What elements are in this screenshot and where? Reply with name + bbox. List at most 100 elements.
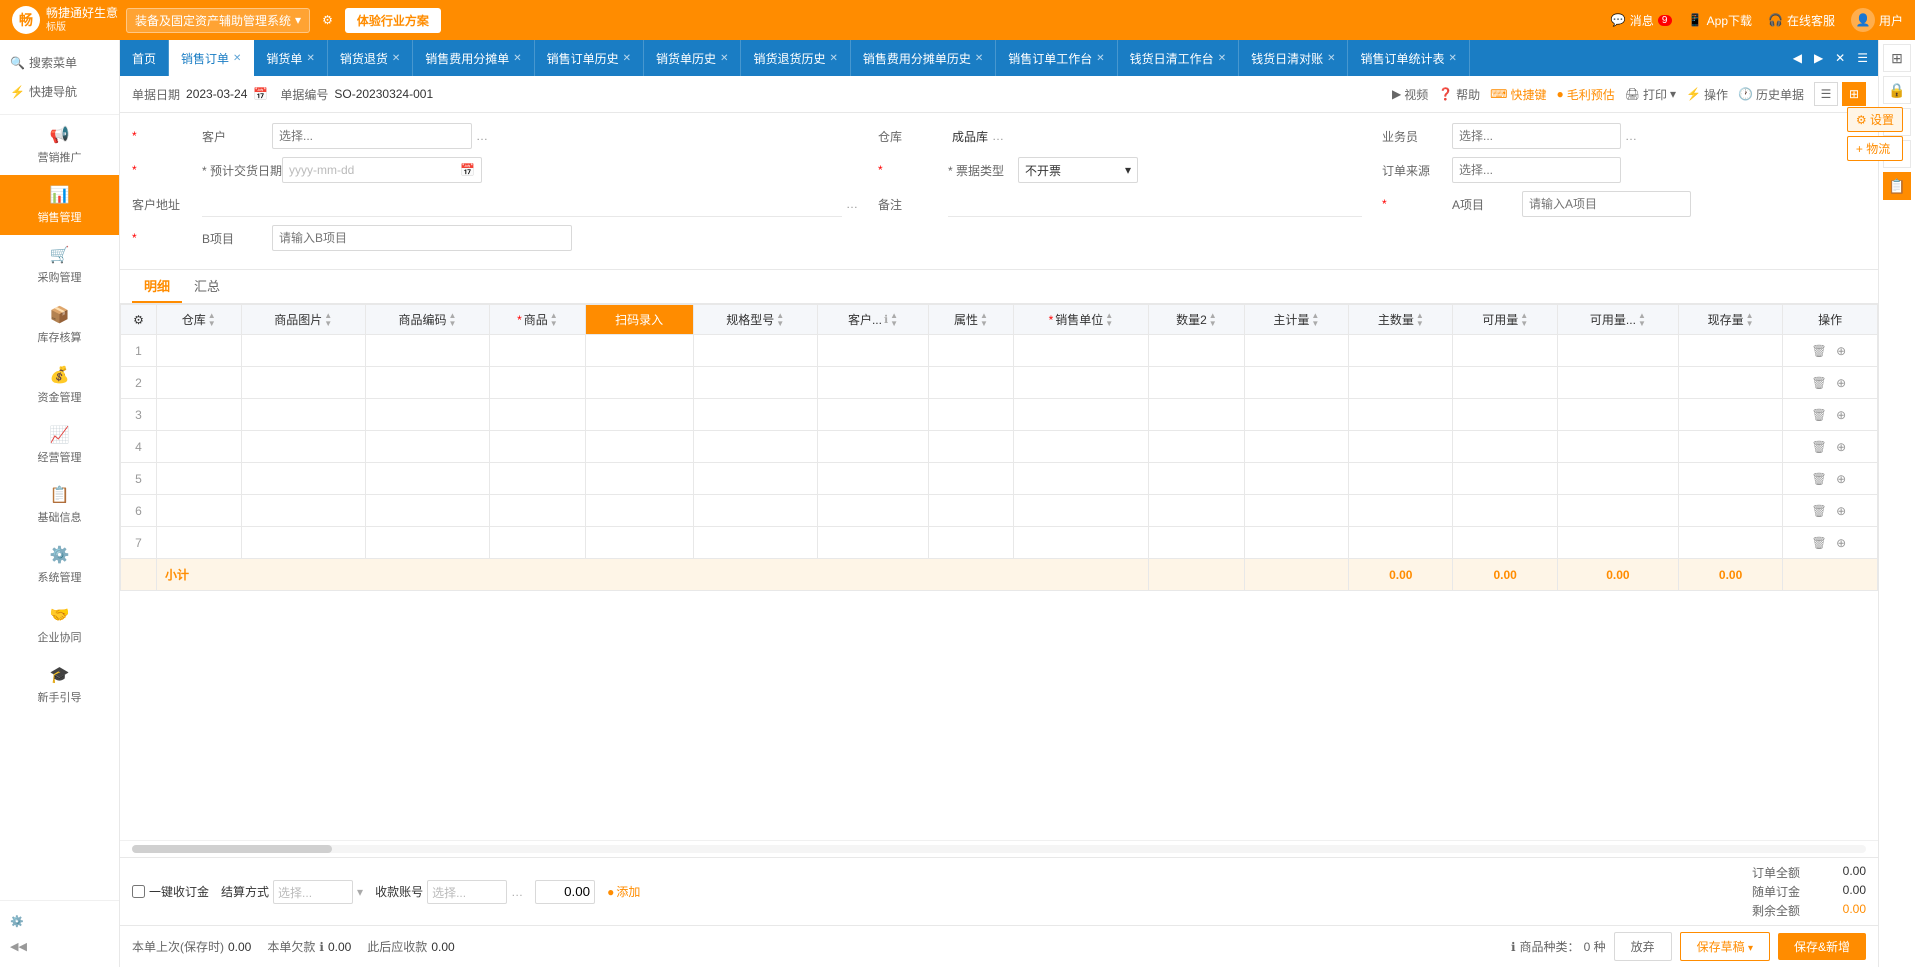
customer-address-input[interactable] [202,191,842,217]
one-click-checkbox[interactable] [132,885,145,898]
invoice-type-select[interactable]: 不开票 ▾ [1018,157,1138,183]
th-settings[interactable]: ⚙ [121,305,157,335]
sidebar-item-finance[interactable]: 💰 资金管理 [0,355,119,415]
tab-close-cash-workbench[interactable]: ✕ [1218,53,1226,64]
tab-menu-btn[interactable]: ☰ [1851,51,1874,65]
th-available[interactable]: 可用量▲▼ [1453,305,1557,335]
row-2-code[interactable] [365,367,489,399]
salesperson-more[interactable]: … [1625,129,1637,143]
sidebar-item-purchase[interactable]: 🛒 采购管理 [0,235,119,295]
tab-close-sales-note[interactable]: ✕ [306,53,314,64]
tab-next-btn[interactable]: ▶ [1808,51,1829,65]
view-btn[interactable]: ▶ 视频 [1392,86,1428,103]
message-item[interactable]: 💬 消息 9 [1611,12,1672,29]
tab-close-sales-order-history[interactable]: ✕ [623,53,631,64]
th-code[interactable]: 商品编码▲▼ [365,305,489,335]
th-current-stock[interactable]: 现存量▲▼ [1678,305,1782,335]
row-5-delete-btn[interactable]: 🗑 [1810,470,1828,488]
help-btn[interactable]: ❓ 帮助 [1438,86,1480,103]
settings-button[interactable]: ⚙ 设置 [1847,107,1878,132]
th-image[interactable]: 商品图片▲▼ [241,305,365,335]
th-unit[interactable]: *销售单位▲▼ [1013,305,1148,335]
th-main-unit[interactable]: 主计量▲▼ [1244,305,1348,335]
rp-icon-5[interactable]: 📋 [1883,172,1911,200]
row-1-code[interactable] [365,335,489,367]
save-draft-btn[interactable]: 保存草稿 ▾ [1680,932,1770,961]
customer-more[interactable]: … [476,129,488,143]
salesperson-input[interactable] [1452,123,1621,149]
sidebar-item-newbie[interactable]: 🎓 新手引导 [0,655,119,715]
history-btn[interactable]: 🕐 历史单据 [1738,86,1804,103]
remarks-input[interactable] [948,191,1362,217]
row-6-delete-btn[interactable]: 🗑 [1810,502,1828,520]
tab-return-history[interactable]: 销货退货历史 ✕ [741,40,850,76]
row-5-copy-btn[interactable]: ⊕ [1832,470,1850,488]
tab-close-sales-stats[interactable]: ✕ [1449,53,1457,64]
th-qty2[interactable]: 数量2▲▼ [1149,305,1245,335]
row-2-delete-btn[interactable]: 🗑 [1810,374,1828,392]
th-scan[interactable]: 扫码录入 [585,305,693,335]
delivery-date-input[interactable]: yyyy-mm-dd 📅 [282,157,482,183]
amount-input[interactable] [535,880,595,904]
sidebar-item-operations[interactable]: 📈 经营管理 [0,415,119,475]
tab-close-sales-order[interactable]: ✕ [233,53,241,64]
row-1-qty2[interactable] [1149,335,1245,367]
tab-sales-note[interactable]: 销货单 ✕ [254,40,327,76]
tab-sales-return[interactable]: 销货退货 ✕ [328,40,413,76]
row-3-delete-btn[interactable]: 🗑 [1810,406,1828,424]
sidebar-item-search[interactable]: 🔍 搜索菜单 [0,48,119,77]
row-2-property[interactable] [929,367,1014,399]
app-download-item[interactable]: 📱 App下载 [1688,12,1752,29]
tab-sales-workbench[interactable]: 销售订单工作台 ✕ [996,40,1117,76]
customer-input[interactable] [272,123,472,149]
tab-sales-note-history[interactable]: 销货单历史 ✕ [644,40,741,76]
sidebar-item-system[interactable]: ⚙️ 系统管理 [0,535,119,595]
address-more[interactable]: … [846,197,858,211]
row-4-delete-btn[interactable]: 🗑 [1810,438,1828,456]
tab-cash-workbench[interactable]: 钱货日清工作台 ✕ [1118,40,1239,76]
shortcut-btn[interactable]: ⌨ 快捷键 [1490,86,1546,103]
row-1-property[interactable] [929,335,1014,367]
operation-btn[interactable]: ⚡ 操作 [1686,86,1728,103]
payment-account-select[interactable]: 选择... [427,880,507,904]
save-new-btn[interactable]: 保存&新增 [1778,933,1866,960]
row-2-unit[interactable] [1013,367,1148,399]
row-1-main-qty[interactable] [1349,335,1453,367]
row-3-copy-btn[interactable]: ⊕ [1832,406,1850,424]
view-list-btn[interactable]: ☰ [1814,82,1838,106]
th-spec[interactable]: 规格型号▲▼ [693,305,817,335]
discard-btn[interactable]: 放弃 [1614,932,1672,961]
row-1-customer-code[interactable] [817,335,928,367]
sidebar-item-enterprise[interactable]: 🤝 企业协同 [0,595,119,655]
row-2-qty2[interactable] [1149,367,1245,399]
add-payment-btn[interactable]: ● 添加 [607,883,640,900]
row-4-copy-btn[interactable]: ⊕ [1832,438,1850,456]
tab-close-expense-history[interactable]: ✕ [975,53,983,64]
row-2-copy-btn[interactable]: ⊕ [1832,374,1850,392]
hscrollbar-container[interactable] [120,840,1878,857]
payment-expand-icon[interactable]: ▾ [357,885,363,899]
tab-sales-expense[interactable]: 销售费用分摊单 ✕ [413,40,534,76]
row-7-copy-btn[interactable]: ⊕ [1832,534,1850,552]
th-warehouse[interactable]: 仓库▲▼ [157,305,242,335]
hscrollbar-thumb[interactable] [132,845,332,853]
row-2-product[interactable] [490,367,586,399]
online-service-item[interactable]: 🎧 在线客服 [1768,12,1835,29]
sidebar-item-marketing[interactable]: 📢 营销推广 [0,115,119,175]
th-customer-code[interactable]: 客户... ℹ▲▼ [817,305,928,335]
tab-close-sales-return[interactable]: ✕ [392,53,400,64]
system-settings-icon[interactable]: ⚙ [318,13,337,27]
a-project-input[interactable] [1522,191,1691,217]
payment-method-select[interactable]: 选择... [273,880,353,904]
row-2-main-qty[interactable] [1349,367,1453,399]
row-1-product[interactable] [490,335,586,367]
user-avatar[interactable]: 👤 用户 [1851,8,1903,32]
tab-sales-order-history[interactable]: 销售订单历史 ✕ [535,40,644,76]
tab-cash-reconcile[interactable]: 钱货日清对账 ✕ [1239,40,1348,76]
tab-prev-btn[interactable]: ◀ [1787,51,1808,65]
calendar-icon[interactable]: 📅 [253,87,268,101]
th-main-qty[interactable]: 主数量▲▼ [1349,305,1453,335]
row-1-delete-btn[interactable]: 🗑 [1810,342,1828,360]
view-grid-btn[interactable]: ⊞ [1842,82,1866,106]
row-2-customer-code[interactable] [817,367,928,399]
